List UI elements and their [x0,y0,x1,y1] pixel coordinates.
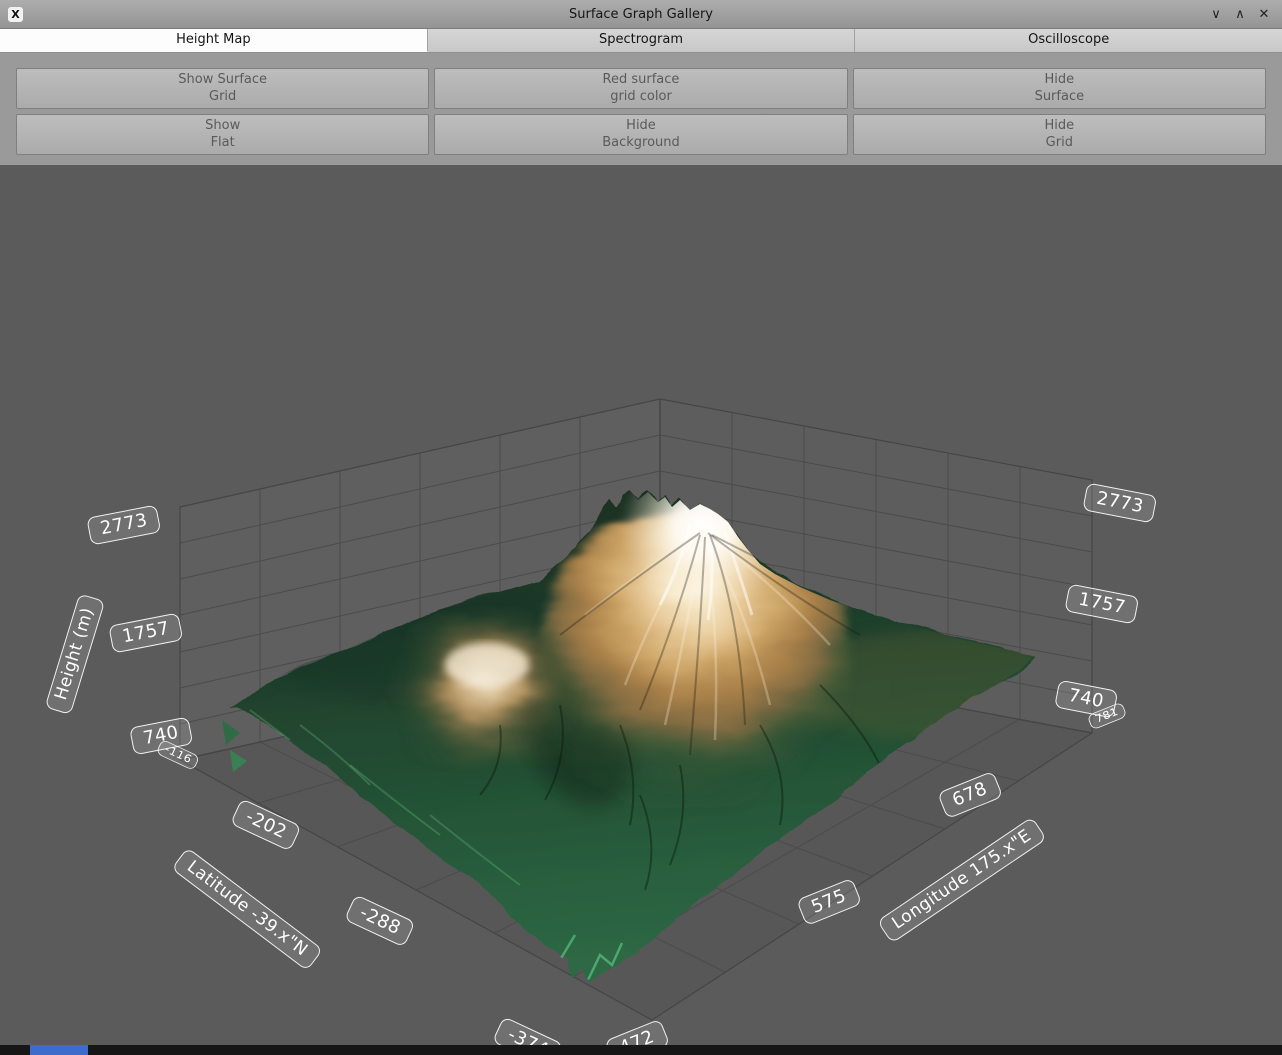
button-label: Hide [1045,118,1075,135]
close-button[interactable]: ✕ [1252,7,1276,22]
show-flat-button[interactable]: Show Flat [16,114,429,155]
button-label: Hide [1045,72,1075,89]
surface-grid-color-button[interactable]: Red surface grid color [434,68,847,109]
button-label: Hide [626,118,656,135]
button-label: grid color [610,89,672,106]
taskbar-item[interactable] [30,1045,88,1055]
tab-oscilloscope[interactable]: Oscilloscope [855,29,1282,52]
button-label: Show Surface [178,72,267,89]
button-label: Surface [1035,89,1085,106]
tab-bar: Height Map Spectrogram Oscilloscope [0,29,1282,53]
tab-height-map[interactable]: Height Map [0,29,428,52]
window-controls: ∨ ∧ ✕ [1204,0,1276,28]
window-title: Surface Graph Gallery [0,7,1282,22]
controls-panel: Show Surface Grid Red surface grid color… [0,53,1282,165]
surface-plot-canvas[interactable]: 2773 1757 740 -116 Height (m) 2773 1757 … [0,165,1282,1045]
shade-button[interactable]: ∨ [1204,7,1228,22]
button-label: Grid [1046,135,1073,152]
bottom-panel [0,1045,1282,1055]
button-label: Show [205,118,240,135]
show-surface-grid-button[interactable]: Show Surface Grid [16,68,429,109]
hide-surface-button[interactable]: Hide Surface [853,68,1266,109]
button-label: Background [602,135,680,152]
button-label: Grid [209,89,236,106]
app-window: X Surface Graph Gallery ∨ ∧ ✕ Height Map… [0,0,1282,1055]
button-label: Flat [211,135,235,152]
hide-background-button[interactable]: Hide Background [434,114,847,155]
window-titlebar: X Surface Graph Gallery ∨ ∧ ✕ [0,0,1282,29]
hide-grid-button[interactable]: Hide Grid [853,114,1266,155]
tab-spectrogram[interactable]: Spectrogram [428,29,856,52]
maximize-button[interactable]: ∧ [1228,7,1252,22]
button-label: Red surface [603,72,680,89]
